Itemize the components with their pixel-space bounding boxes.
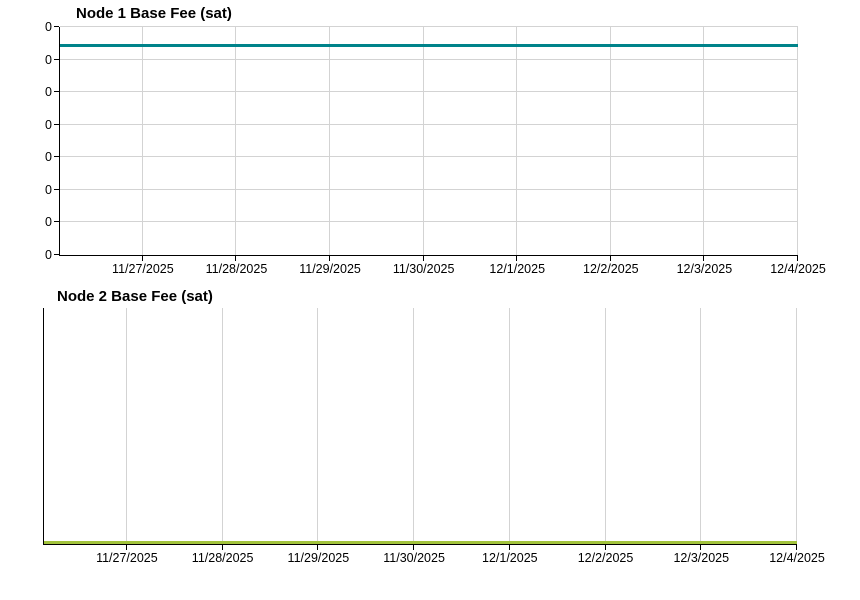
y-tick-label: 0: [45, 248, 52, 262]
x-tick-mark: [125, 545, 127, 550]
horizontal-gridline: [60, 123, 798, 125]
node2-series-line: [44, 540, 797, 544]
x-tick-label: 12/4/2025: [769, 551, 825, 565]
x-tick-label: 11/29/2025: [287, 551, 350, 565]
y-tick-mark: [54, 221, 59, 223]
horizontal-gridline: [60, 188, 798, 190]
node2-base-fee-chart: Node 2 Base Fee (sat) 11/27/2025 11/28/20…: [0, 285, 860, 585]
x-tick-mark: [508, 545, 510, 550]
y-tick-mark: [54, 58, 59, 60]
node2-plot-area: 11/27/2025 11/28/2025 11/29/2025 11/30/2025…: [43, 308, 825, 565]
x-tick-label: 12/1/2025: [482, 551, 538, 565]
x-tick-label: 12/4/2025: [770, 262, 826, 276]
x-tick-mark: [797, 256, 798, 261]
x-tick-mark: [604, 545, 606, 550]
x-tick-mark: [703, 256, 705, 261]
x-tick-mark: [422, 256, 424, 261]
horizontal-gridline: [60, 58, 798, 60]
y-tick-label: 0: [45, 150, 52, 165]
y-tick-mark: [54, 123, 59, 125]
vertical-gridline: [700, 308, 702, 544]
x-tick-mark: [413, 545, 415, 550]
x-tick-mark: [235, 256, 237, 261]
horizontal-gridline: [60, 156, 798, 158]
y-tick-label: 0: [45, 117, 52, 132]
x-tick-mark: [516, 256, 518, 261]
x-tick-mark: [221, 545, 223, 550]
vertical-gridline: [125, 308, 127, 544]
horizontal-gridline: [60, 26, 798, 27]
x-tick-label: 11/28/2025: [191, 551, 254, 565]
node1-plot-area: 11/27/2025 11/28/2025 11/29/2025 11/30/2025…: [45, 20, 826, 276]
x-tick-label: 11/30/2025: [383, 551, 445, 565]
y-tick-label: 0: [45, 85, 52, 100]
x-tick-label: 11/27/2025: [96, 551, 158, 565]
y-tick-mark: [54, 188, 59, 190]
y-tick-label: 0: [45, 20, 52, 34]
x-tick-mark: [141, 256, 143, 261]
y-tick-mark: [54, 26, 59, 27]
horizontal-gridline: [60, 221, 798, 223]
x-tick-label: 11/27/2025: [112, 262, 174, 276]
vertical-gridline: [413, 308, 415, 544]
y-tick-label: 0: [45, 182, 52, 197]
node2-chart-title: Node 2 Base Fee (sat): [57, 288, 213, 305]
node1-series-line: [60, 44, 798, 48]
x-tick-label: 12/2/2025: [583, 262, 639, 276]
x-tick-mark: [700, 545, 702, 550]
x-tick-mark: [329, 256, 331, 261]
y-tick-mark: [54, 156, 59, 158]
x-tick-label: 12/3/2025: [673, 551, 730, 565]
y-tick-label: 0: [45, 215, 52, 230]
x-tick-label: 11/28/2025: [205, 262, 268, 276]
node1-chart-title: Node 1 Base Fee (sat): [76, 5, 232, 22]
x-tick-mark: [609, 256, 611, 261]
y-tick-mark: [54, 91, 59, 93]
vertical-gridline: [604, 308, 606, 544]
y-tick-label: 0: [45, 52, 52, 67]
x-tick-label: 12/2/2025: [577, 551, 634, 565]
x-tick-label: 11/29/2025: [299, 262, 361, 276]
x-tick-label: 12/3/2025: [676, 262, 733, 276]
x-tick-mark: [796, 545, 797, 550]
horizontal-gridline: [60, 91, 798, 93]
vertical-gridline: [221, 308, 223, 544]
vertical-gridline: [317, 308, 319, 544]
x-tick-mark: [317, 545, 319, 550]
node1-base-fee-chart: Node 1 Base Fee (sat) 11/27/2025 11/28/20…: [0, 0, 860, 285]
vertical-gridline: [796, 308, 797, 544]
vertical-gridline: [508, 308, 510, 544]
y-tick-mark: [54, 254, 59, 255]
x-tick-label: 12/1/2025: [489, 262, 546, 276]
x-tick-label: 11/30/2025: [392, 262, 455, 276]
